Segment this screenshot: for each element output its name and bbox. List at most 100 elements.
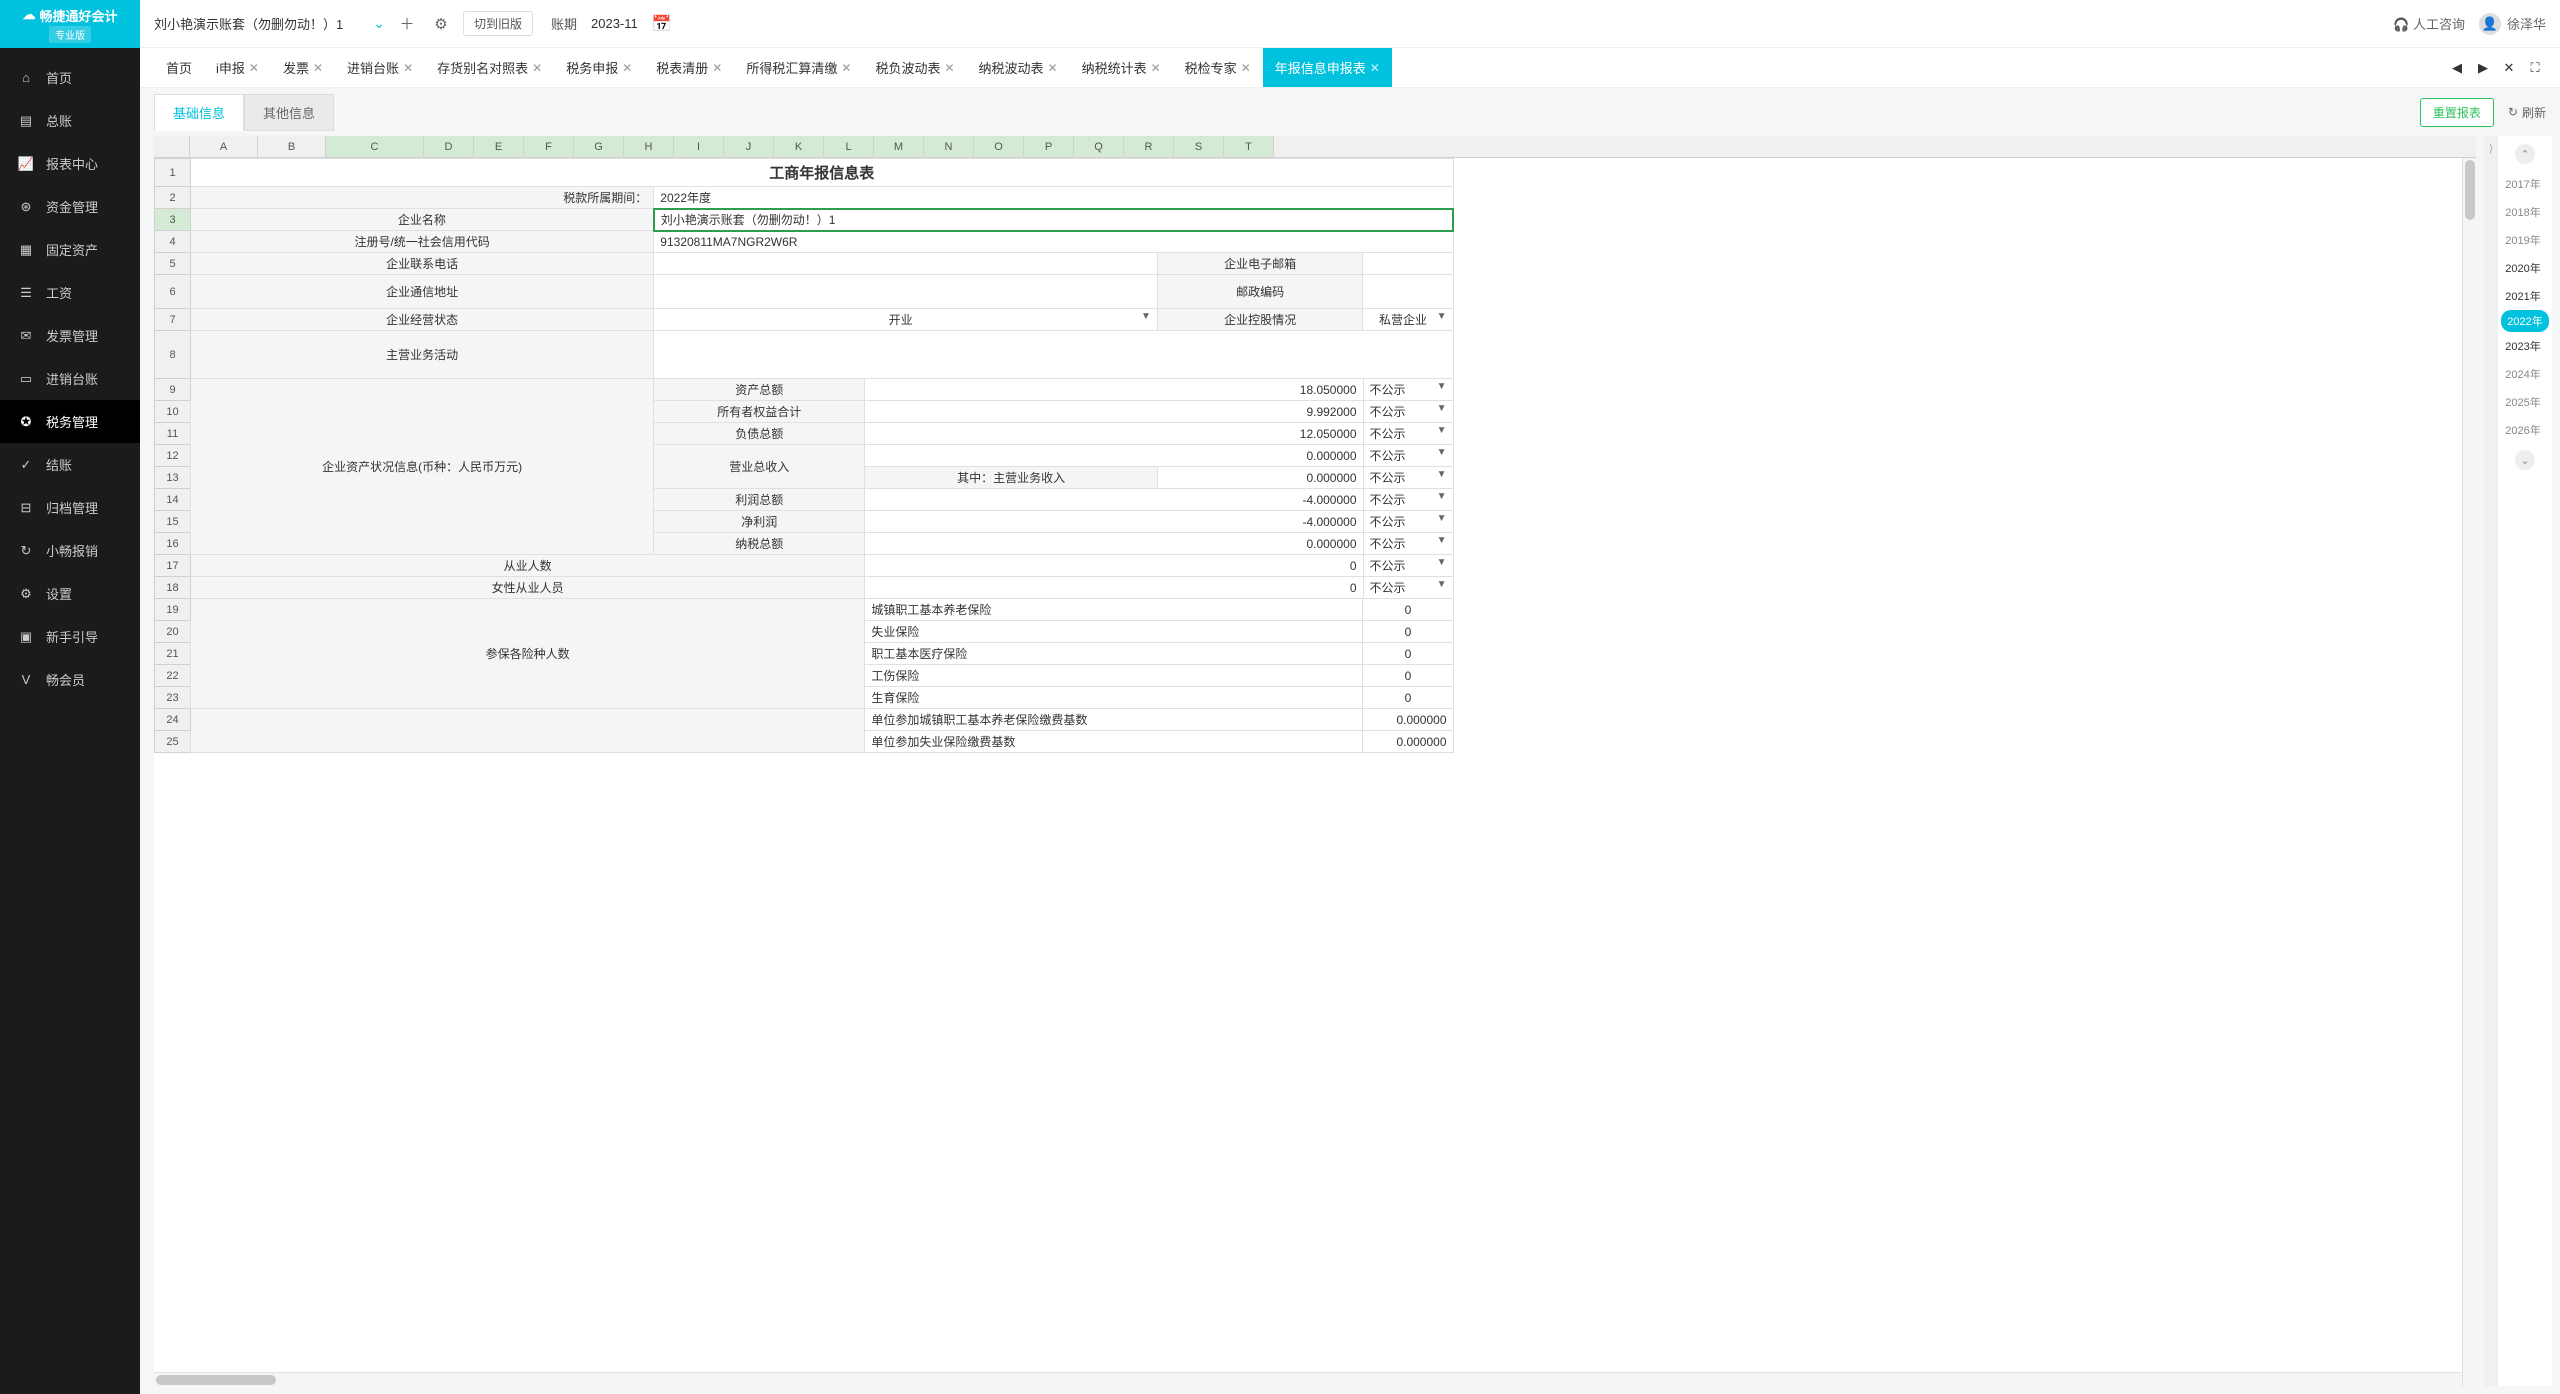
- fin-sub-value[interactable]: 0.000000: [1157, 467, 1363, 489]
- user-menu[interactable]: 👤 徐泽华: [2479, 13, 2546, 35]
- fullscreen-icon[interactable]: ⛶: [2524, 57, 2546, 79]
- tab-存货别名对照表[interactable]: 存货别名对照表✕: [425, 48, 554, 87]
- year-2024年[interactable]: 2024年: [2501, 360, 2548, 388]
- fin-value[interactable]: 12.050000: [865, 423, 1363, 445]
- tab-税务申报[interactable]: 税务申报✕: [554, 48, 644, 87]
- close-icon[interactable]: ✕: [249, 61, 259, 75]
- sidebar-item-资金管理[interactable]: ⊛资金管理: [0, 185, 140, 228]
- row-header-22[interactable]: 22: [155, 665, 191, 687]
- fin-value[interactable]: 9.992000: [865, 401, 1363, 423]
- year-up-icon[interactable]: ⌃: [2515, 144, 2535, 164]
- close-icon[interactable]: ✕: [1151, 61, 1161, 75]
- consult-link[interactable]: 🎧 人工咨询: [2393, 14, 2465, 33]
- close-icon[interactable]: ✕: [944, 61, 954, 75]
- row-header-2[interactable]: 2: [155, 187, 191, 209]
- year-2017年[interactable]: 2017年: [2501, 170, 2548, 198]
- sidebar-item-固定资产[interactable]: ▦固定资产: [0, 228, 140, 271]
- close-icon[interactable]: ✕: [622, 61, 632, 75]
- grid-body[interactable]: 1工商年报信息表2税款所属期间：2022年度3企业名称刘小艳演示账套（勿删勿动！…: [154, 158, 2462, 1372]
- holding-select[interactable]: 私营企业▼: [1363, 309, 1453, 331]
- row-header-3[interactable]: 3: [155, 209, 191, 231]
- tab-纳税统计表[interactable]: 纳税统计表✕: [1070, 48, 1173, 87]
- year-2018年[interactable]: 2018年: [2501, 198, 2548, 226]
- reg-code-value[interactable]: 91320811MA7NGR2W6R: [654, 231, 1453, 253]
- year-2025年[interactable]: 2025年: [2501, 388, 2548, 416]
- col-header-R[interactable]: R: [1124, 136, 1174, 157]
- row-header-1[interactable]: 1: [155, 159, 191, 187]
- tab-所得税汇算清缴[interactable]: 所得税汇算清缴✕: [734, 48, 863, 87]
- period-value-cell[interactable]: 2022年度: [654, 187, 1453, 209]
- close-icon[interactable]: ✕: [712, 61, 722, 75]
- row-header-5[interactable]: 5: [155, 253, 191, 275]
- tab-next-icon[interactable]: ▶: [2472, 57, 2494, 79]
- row-header-12[interactable]: 12: [155, 445, 191, 467]
- fin-value[interactable]: 0.000000: [865, 533, 1363, 555]
- female-employees-value[interactable]: 0: [865, 577, 1363, 599]
- row-header-14[interactable]: 14: [155, 489, 191, 511]
- gear-icon[interactable]: ⚙: [429, 12, 453, 36]
- col-header-A[interactable]: A: [190, 136, 258, 157]
- close-icon[interactable]: ✕: [841, 61, 851, 75]
- tab-i申报[interactable]: i申报✕: [204, 48, 271, 87]
- year-down-icon[interactable]: ⌄: [2515, 450, 2535, 470]
- tab-prev-icon[interactable]: ◀: [2446, 57, 2468, 79]
- grid-corner[interactable]: [154, 136, 190, 157]
- close-icon[interactable]: ✕: [403, 61, 413, 75]
- col-header-S[interactable]: S: [1174, 136, 1224, 157]
- status-select[interactable]: 开业▼: [654, 309, 1158, 331]
- row-header-6[interactable]: 6: [155, 275, 191, 309]
- dropdown-cell[interactable]: 不公示▼: [1363, 379, 1453, 401]
- row-header-18[interactable]: 18: [155, 577, 191, 599]
- year-2021年[interactable]: 2021年: [2501, 282, 2548, 310]
- fin-value[interactable]: 0.000000: [865, 445, 1363, 467]
- fin-value[interactable]: -4.000000: [865, 511, 1363, 533]
- insurance-value[interactable]: 0: [1363, 621, 1453, 643]
- tab-年报信息申报表[interactable]: 年报信息申报表✕: [1263, 48, 1392, 87]
- base-row-value[interactable]: 0.000000: [1363, 731, 1453, 753]
- row-header-11[interactable]: 11: [155, 423, 191, 445]
- col-header-C[interactable]: C: [326, 136, 424, 157]
- main-biz-input[interactable]: [654, 331, 1453, 379]
- col-header-F[interactable]: F: [524, 136, 574, 157]
- calendar-icon[interactable]: 📅: [652, 14, 672, 34]
- close-icon[interactable]: ✕: [532, 61, 542, 75]
- tab-税表清册[interactable]: 税表清册✕: [644, 48, 734, 87]
- col-header-N[interactable]: N: [924, 136, 974, 157]
- employees-value[interactable]: 0: [865, 555, 1363, 577]
- col-header-J[interactable]: J: [724, 136, 774, 157]
- old-version-button[interactable]: 切到旧版: [463, 11, 533, 36]
- row-header-21[interactable]: 21: [155, 643, 191, 665]
- year-2023年[interactable]: 2023年: [2501, 332, 2548, 360]
- sidebar-item-报表中心[interactable]: 📈报表中心: [0, 142, 140, 185]
- refresh-button[interactable]: ↻ 刷新: [2508, 104, 2546, 121]
- col-header-Q[interactable]: Q: [1074, 136, 1124, 157]
- email-input[interactable]: [1363, 253, 1453, 275]
- col-header-T[interactable]: T: [1224, 136, 1274, 157]
- row-header-19[interactable]: 19: [155, 599, 191, 621]
- sub-tab-其他信息[interactable]: 其他信息: [244, 94, 334, 131]
- close-icon[interactable]: ✕: [1370, 61, 1380, 75]
- base-row-value[interactable]: 0.000000: [1363, 709, 1453, 731]
- dropdown-cell[interactable]: 不公示▼: [1363, 533, 1453, 555]
- tab-close-all-icon[interactable]: ✕: [2498, 57, 2520, 79]
- col-header-O[interactable]: O: [974, 136, 1024, 157]
- dropdown-cell[interactable]: 不公示▼: [1363, 489, 1453, 511]
- close-icon[interactable]: ✕: [1241, 61, 1251, 75]
- close-icon[interactable]: ✕: [313, 61, 323, 75]
- sidebar-item-总账[interactable]: ▤总账: [0, 99, 140, 142]
- zip-input[interactable]: [1363, 275, 1453, 309]
- col-header-L[interactable]: L: [824, 136, 874, 157]
- sidebar-item-设置[interactable]: ⚙设置: [0, 572, 140, 615]
- account-selector[interactable]: 刘小艳演示账套（勿删勿动！）1 ⌄: [154, 14, 385, 33]
- phone-input[interactable]: [654, 253, 1158, 275]
- sidebar-item-结账[interactable]: ✓结账: [0, 443, 140, 486]
- tab-税检专家[interactable]: 税检专家✕: [1173, 48, 1263, 87]
- dropdown-cell[interactable]: 不公示▼: [1363, 401, 1453, 423]
- row-header-7[interactable]: 7: [155, 309, 191, 331]
- sidebar-item-工资[interactable]: ☰工资: [0, 271, 140, 314]
- row-header-13[interactable]: 13: [155, 467, 191, 489]
- year-2020年[interactable]: 2020年: [2501, 254, 2548, 282]
- col-header-H[interactable]: H: [624, 136, 674, 157]
- insurance-value[interactable]: 0: [1363, 599, 1453, 621]
- insurance-value[interactable]: 0: [1363, 643, 1453, 665]
